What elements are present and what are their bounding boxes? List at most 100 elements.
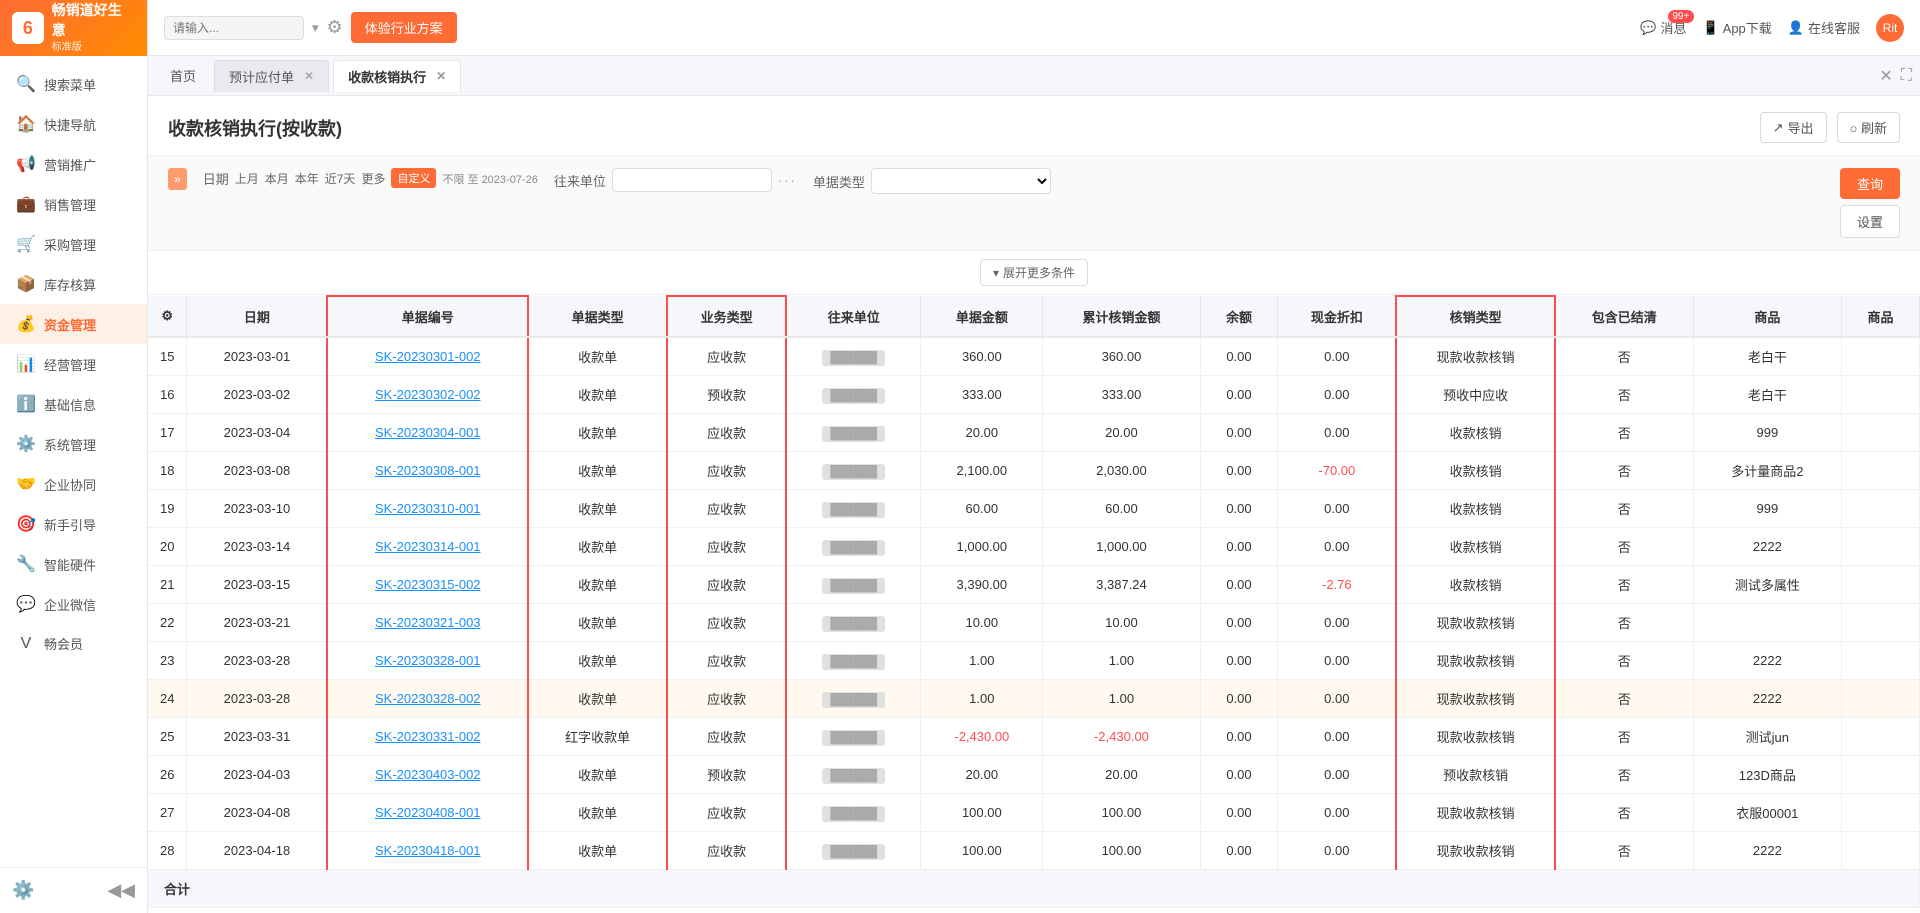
table-footer-row: 合计 <box>148 870 1920 908</box>
sidebar-item-hardware[interactable]: 🔧智能硬件 <box>0 544 147 584</box>
sales-icon: 💼 <box>16 194 36 214</box>
tab-expand-icon[interactable]: ⛶ <box>1901 67 1912 85</box>
breadcrumb-input[interactable] <box>164 16 304 40</box>
row-order-no: SK-20230418-001 <box>327 832 528 870</box>
table-row[interactable]: 16 2023-03-02 SK-20230302-002 收款单 预收款 ██… <box>148 376 1920 414</box>
table-row[interactable]: 27 2023-04-08 SK-20230408-001 收款单 应收款 ██… <box>148 794 1920 832</box>
table-row[interactable]: 24 2023-03-28 SK-20230328-002 收款单 应收款 ██… <box>148 680 1920 718</box>
row-verify-type: 收款核销 <box>1396 452 1555 490</box>
purchase-label: 采购管理 <box>44 235 96 254</box>
order-link[interactable]: SK-20230304-001 <box>375 425 481 440</box>
sidebar-item-basic-info[interactable]: ℹ️基础信息 <box>0 384 147 424</box>
row-order-no: SK-20230315-002 <box>327 566 528 604</box>
table-row[interactable]: 20 2023-03-14 SK-20230314-001 收款单 应收款 ██… <box>148 528 1920 566</box>
date-custom-btn[interactable]: 自定义 <box>391 168 436 188</box>
date-this-year[interactable]: 本年 <box>295 170 319 187</box>
industry-btn[interactable]: 体验行业方案 <box>351 12 457 43</box>
order-link[interactable]: SK-20230302-002 <box>375 387 481 402</box>
order-link[interactable]: SK-20230328-001 <box>375 653 481 668</box>
messages-item[interactable]: 💬 消息 99+ <box>1640 18 1686 37</box>
filter-date-group: 日期 上月 本月 本年 近7天 更多 自定义 不限 至 2023-07-26 <box>203 168 538 188</box>
table-row[interactable]: 19 2023-03-10 SK-20230310-001 收款单 应收款 ██… <box>148 490 1920 528</box>
more-dots[interactable]: ··· <box>778 173 797 188</box>
tab-pre-pending[interactable]: 预计应付单 ✕ <box>214 60 329 92</box>
order-link[interactable]: SK-20230408-001 <box>375 805 481 820</box>
order-link[interactable]: SK-20230308-001 <box>375 463 481 478</box>
tab-pre-pending-close[interactable]: ✕ <box>304 69 314 83</box>
th-settings[interactable]: ⚙ <box>148 296 187 337</box>
date-last-7days[interactable]: 近7天 <box>325 170 356 187</box>
settings-bottom-icon[interactable]: ⚙️ <box>12 880 34 901</box>
date-more[interactable]: 更多 <box>361 170 385 187</box>
collapse-icon[interactable]: ◀◀ <box>107 880 135 901</box>
row-verify-type: 现款收款核销 <box>1396 680 1555 718</box>
order-link[interactable]: SK-20230321-003 <box>375 615 481 630</box>
receipt-type-select[interactable] <box>871 168 1051 194</box>
order-link[interactable]: SK-20230403-002 <box>375 767 481 782</box>
table-row[interactable]: 22 2023-03-21 SK-20230321-003 收款单 应收款 ██… <box>148 604 1920 642</box>
order-link[interactable]: SK-20230315-002 <box>375 577 481 592</box>
order-link[interactable]: SK-20230331-002 <box>375 729 481 744</box>
sidebar-item-enterprise[interactable]: 🤝企业协同 <box>0 464 147 504</box>
row-product: 测试jun <box>1693 718 1841 756</box>
filter-date-range: 不限 至 2023-07-26 <box>442 171 537 187</box>
sidebar-item-system[interactable]: ⚙️系统管理 <box>0 424 147 464</box>
order-link[interactable]: SK-20230314-001 <box>375 539 481 554</box>
app-download-item[interactable]: 📱 App下载 <box>1702 18 1771 37</box>
partner-input[interactable] <box>612 168 772 192</box>
expand-more-btn[interactable]: ▾ 展开更多条件 <box>980 259 1088 286</box>
table-row[interactable]: 26 2023-04-03 SK-20230403-002 收款单 预收款 ██… <box>148 756 1920 794</box>
sidebar-item-quick-nav[interactable]: 🏠快捷导航 <box>0 104 147 144</box>
th-cash-discount: 现金折扣 <box>1278 296 1396 337</box>
sidebar-item-wechat[interactable]: 💬企业微信 <box>0 584 147 624</box>
query-btn[interactable]: 查询 <box>1840 168 1900 199</box>
order-link[interactable]: SK-20230301-002 <box>375 349 481 364</box>
tab-home[interactable]: 首页 <box>156 60 210 91</box>
sidebar-item-operations[interactable]: 📊经营管理 <box>0 344 147 384</box>
date-last-month[interactable]: 上月 <box>235 170 259 187</box>
order-link[interactable]: SK-20230310-001 <box>375 501 481 516</box>
gear-icon[interactable]: ⚙ <box>327 17 343 38</box>
app-icon: 📱 <box>1702 20 1718 36</box>
row-product: 2222 <box>1693 642 1841 680</box>
user-avatar[interactable]: Rit <box>1876 14 1904 42</box>
export-btn[interactable]: ↗ 导出 <box>1760 112 1827 143</box>
row-cash-discount: 0.00 <box>1278 376 1396 414</box>
sidebar-item-member[interactable]: V畅会员 <box>0 624 147 663</box>
row-receipt-type: 收款单 <box>528 566 667 604</box>
row-date: 2023-03-21 <box>187 604 327 642</box>
table-row[interactable]: 18 2023-03-08 SK-20230308-001 收款单 应收款 ██… <box>148 452 1920 490</box>
row-partner: ██████ <box>786 604 921 642</box>
table-row[interactable]: 15 2023-03-01 SK-20230301-002 收款单 应收款 ██… <box>148 337 1920 376</box>
row-order-no: SK-20230331-002 <box>327 718 528 756</box>
tab-verify-exec-close[interactable]: ✕ <box>436 69 446 83</box>
row-biz-type: 预收款 <box>667 756 786 794</box>
tab-close-all-icon[interactable]: ✕ <box>1879 66 1892 86</box>
online-service-item[interactable]: 👤 在线客服 <box>1788 18 1860 37</box>
table-row[interactable]: 25 2023-03-31 SK-20230331-002 红字收款单 应收款 … <box>148 718 1920 756</box>
order-link[interactable]: SK-20230418-001 <box>375 843 481 858</box>
sidebar-item-guide[interactable]: 🎯新手引导 <box>0 504 147 544</box>
table-row[interactable]: 21 2023-03-15 SK-20230315-002 收款单 应收款 ██… <box>148 566 1920 604</box>
filter-toggle-btn[interactable]: » <box>168 168 187 190</box>
member-label: 畅会员 <box>44 634 83 653</box>
row-product: 2222 <box>1693 680 1841 718</box>
sidebar-item-finance[interactable]: 💰资金管理 <box>0 304 147 344</box>
filter-settings-btn[interactable]: 设置 <box>1840 205 1900 238</box>
table-row[interactable]: 23 2023-03-28 SK-20230328-001 收款单 应收款 ██… <box>148 642 1920 680</box>
order-link[interactable]: SK-20230328-002 <box>375 691 481 706</box>
date-this-month[interactable]: 本月 <box>265 170 289 187</box>
system-icon: ⚙️ <box>16 434 36 454</box>
sidebar-item-sales[interactable]: 💼销售管理 <box>0 184 147 224</box>
th-receipt-type: 单据类型 <box>528 296 667 337</box>
sidebar-item-marketing[interactable]: 📢营销推广 <box>0 144 147 184</box>
sidebar-item-purchase[interactable]: 🛒采购管理 <box>0 224 147 264</box>
row-order-no: SK-20230310-001 <box>327 490 528 528</box>
sidebar-item-inventory[interactable]: 📦库存核算 <box>0 264 147 304</box>
row-include-settled: 否 <box>1555 832 1693 870</box>
tab-verify-exec[interactable]: 收款核销执行 ✕ <box>333 60 461 92</box>
sidebar-item-search-menu[interactable]: 🔍搜索菜单 <box>0 64 147 104</box>
refresh-btn[interactable]: ○ 刷新 <box>1837 112 1901 143</box>
table-row[interactable]: 17 2023-03-04 SK-20230304-001 收款单 应收款 ██… <box>148 414 1920 452</box>
table-row[interactable]: 28 2023-04-18 SK-20230418-001 收款单 应收款 ██… <box>148 832 1920 870</box>
